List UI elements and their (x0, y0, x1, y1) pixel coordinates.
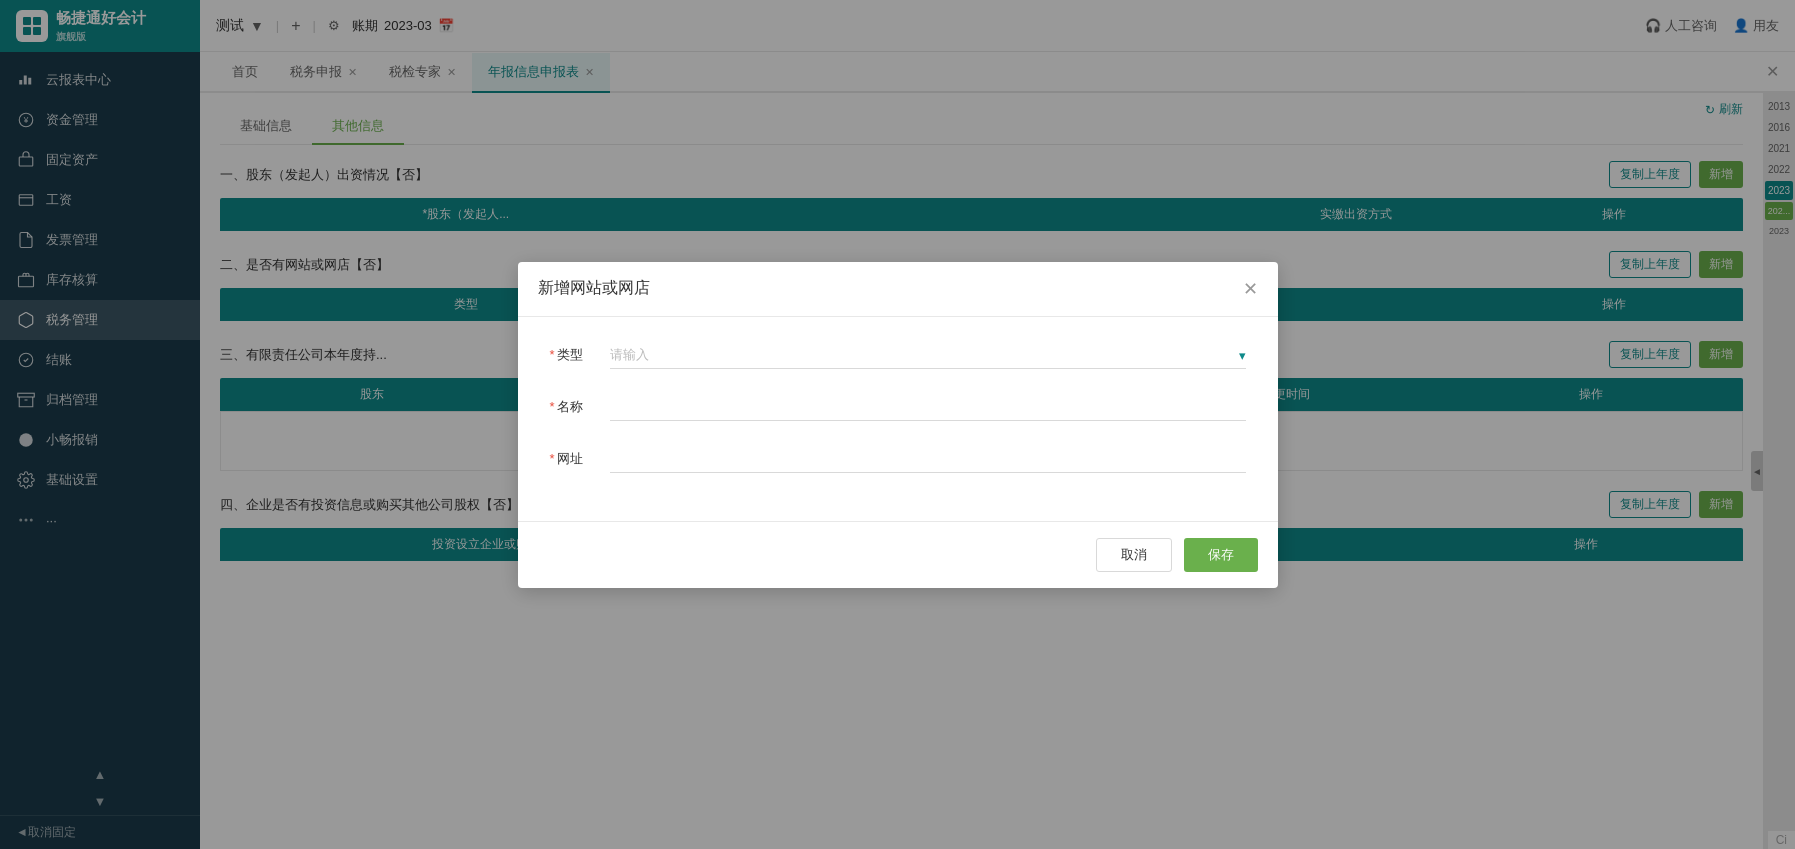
url-input[interactable] (610, 445, 1246, 473)
modal-header: 新增网站或网店 ✕ (518, 262, 1278, 317)
form-row-type: * 类型 ▾ (550, 341, 1246, 369)
modal-title: 新增网站或网店 (538, 278, 650, 299)
type-required-mark: * (550, 347, 555, 362)
cancel-button[interactable]: 取消 (1096, 538, 1172, 572)
type-label: * 类型 (550, 346, 610, 364)
name-label-text: 名称 (557, 398, 583, 416)
type-dropdown-icon: ▾ (1239, 347, 1246, 362)
modal-close-button[interactable]: ✕ (1243, 278, 1258, 300)
name-field (610, 393, 1246, 421)
form-row-url: * 网址 (550, 445, 1246, 473)
url-field (610, 445, 1246, 473)
modal-overlay[interactable]: 新增网站或网店 ✕ * 类型 ▾ * 名称 (0, 0, 1795, 849)
type-field: ▾ (610, 341, 1246, 369)
modal-body: * 类型 ▾ * 名称 * (518, 317, 1278, 521)
modal-footer: 取消 保存 (518, 521, 1278, 588)
url-label: * 网址 (550, 450, 610, 468)
name-required-mark: * (550, 399, 555, 414)
type-label-text: 类型 (557, 346, 583, 364)
save-button[interactable]: 保存 (1184, 538, 1258, 572)
name-label: * 名称 (550, 398, 610, 416)
name-input[interactable] (610, 393, 1246, 421)
type-input[interactable] (610, 341, 1246, 369)
url-label-text: 网址 (557, 450, 583, 468)
url-required-mark: * (550, 451, 555, 466)
form-row-name: * 名称 (550, 393, 1246, 421)
modal-add-website: 新增网站或网店 ✕ * 类型 ▾ * 名称 (518, 262, 1278, 588)
